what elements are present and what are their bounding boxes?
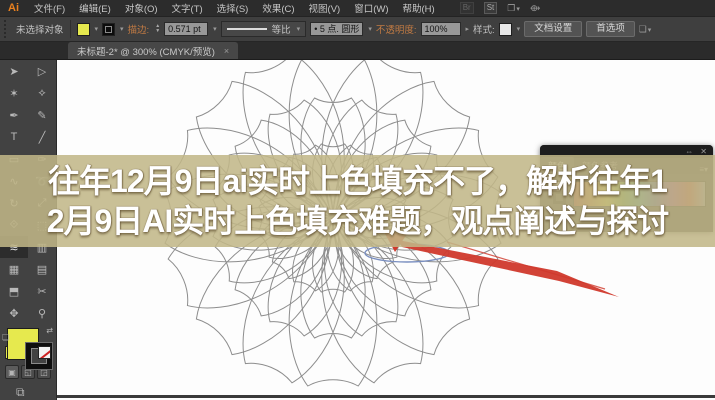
app-logo: Ai	[8, 2, 19, 14]
fill-dropdown-icon[interactable]: ▾	[95, 25, 99, 33]
menu-edit[interactable]: 编辑(E)	[72, 1, 118, 15]
lasso-tool-icon[interactable]: ⟡	[28, 82, 56, 104]
magic-wand-tool-icon[interactable]: ✶	[0, 82, 28, 104]
menubar-icons: Br St ❐▾ ⟴	[459, 2, 540, 14]
gradient-tool-icon[interactable]: ▦	[0, 258, 28, 280]
panel-grip[interactable]	[4, 20, 9, 38]
zoom-tool-icon[interactable]: ⚲	[28, 302, 56, 324]
document-tab[interactable]: 未标题-2* @ 300% (CMYK/预览) ×	[68, 42, 239, 59]
menu-file[interactable]: 文件(F)	[27, 1, 72, 15]
fill-color-swatch[interactable]	[76, 22, 90, 36]
mesh-tool-icon[interactable]: ▤	[28, 258, 56, 280]
style-swatch[interactable]	[498, 22, 512, 36]
selection-tool-icon[interactable]: ➤	[0, 60, 28, 82]
no-selection-label: 未选择对象	[16, 25, 64, 36]
width-profile-select[interactable]: 等比 ▾	[220, 21, 307, 37]
slice-tool-icon[interactable]: ✂	[28, 280, 56, 302]
hand-tool-icon[interactable]: ✥	[0, 302, 28, 324]
menu-type[interactable]: 文字(T)	[165, 1, 210, 15]
direct-selection-tool-icon[interactable]: ▷	[28, 60, 56, 82]
menu-bar: Ai 文件(F) 编辑(E) 对象(O) 文字(T) 选择(S) 效果(C) 视…	[0, 0, 715, 16]
brush-dropdown-icon[interactable]: ▾	[368, 25, 372, 33]
menu-effect[interactable]: 效果(C)	[255, 1, 301, 15]
artboard-bottom-edge	[57, 395, 715, 398]
opacity-field[interactable]: 100%	[420, 22, 461, 36]
stroke-weight-dropdown-icon[interactable]: ▾	[213, 25, 217, 33]
brush-definition-field[interactable]: • 5 点. 圆形	[310, 22, 364, 36]
draw-normal-icon[interactable]: ▣	[5, 365, 19, 379]
caption-line-1: 往年12月9日ai实时上色填充不了，解析往年1	[48, 163, 668, 199]
menu-object[interactable]: 对象(O)	[118, 1, 165, 15]
caption-line-2: 2月9日AI实时上色填充难题，观点阐述与探讨	[46, 203, 670, 239]
artboard-tool-icon[interactable]: ⬒	[0, 280, 28, 302]
red-thin-line	[446, 241, 606, 290]
arrange-documents-icon[interactable]: ❏▾	[639, 24, 652, 35]
opacity-dropdown-icon[interactable]: ▸	[466, 25, 470, 33]
share-icon[interactable]: ⟴	[530, 3, 540, 14]
preferences-button[interactable]: 首选项	[586, 21, 635, 37]
screen-mode-icon[interactable]: ⧉	[0, 383, 56, 400]
caption-overlay: 往年12月9日ai实时上色填充不了，解析往年1 2月9日AI实时上色填充难题，观…	[0, 155, 715, 247]
fill-stroke-indicator: ⇄ ❏	[0, 326, 56, 369]
workspace-switcher-icon[interactable]: ❐▾	[507, 3, 520, 14]
document-setup-button[interactable]: 文档设置	[524, 21, 583, 37]
profile-label: 等比	[271, 25, 291, 36]
profile-dropdown-icon: ▾	[296, 26, 301, 33]
line-segment-tool-icon[interactable]: ╱	[28, 126, 56, 148]
menu-help[interactable]: 帮助(H)	[396, 1, 442, 15]
menu-select[interactable]: 选择(S)	[210, 1, 256, 15]
menu-window[interactable]: 窗口(W)	[347, 1, 395, 15]
style-label: 样式:	[473, 25, 495, 36]
bridge-icon[interactable]: Br	[459, 2, 474, 14]
curvature-tool-icon[interactable]: ✎	[28, 104, 56, 126]
stock-icon[interactable]: St	[483, 2, 498, 14]
control-bar: 未选择对象 ▾ ▾ 描边: ▲ ▼ 0.571 pt ▾ 等比 ▾ • 5 点. 圆…	[0, 16, 715, 42]
swap-fill-stroke-icon[interactable]: ⇄	[46, 326, 53, 335]
pen-tool-icon[interactable]: ✒	[0, 104, 28, 126]
default-fill-stroke-icon[interactable]: ❏	[2, 333, 9, 342]
profile-line-icon	[226, 28, 267, 30]
type-tool-icon[interactable]: T	[0, 126, 28, 148]
document-tab-bar: 未标题-2* @ 300% (CMYK/预览) ×	[0, 42, 715, 60]
document-tab-title: 未标题-2* @ 300% (CMYK/预览)	[77, 46, 215, 58]
none-button[interactable]	[38, 346, 52, 359]
illustrator-window: Ai 文件(F) 编辑(E) 对象(O) 文字(T) 选择(S) 效果(C) 视…	[0, 0, 715, 400]
stroke-dropdown-icon[interactable]: ▾	[120, 25, 124, 33]
stroke-color-swatch[interactable]	[102, 22, 116, 36]
stroke-weight-stepper[interactable]: ▲ ▼	[155, 24, 160, 34]
stroke-weight-label[interactable]: 描边:	[128, 22, 150, 36]
style-dropdown-icon[interactable]: ▾	[517, 25, 521, 33]
menu-view[interactable]: 视图(V)	[302, 1, 348, 15]
tab-close-icon[interactable]: ×	[224, 46, 229, 56]
stroke-weight-field[interactable]: 0.571 pt	[164, 22, 209, 36]
opacity-label[interactable]: 不透明度:	[376, 22, 417, 36]
